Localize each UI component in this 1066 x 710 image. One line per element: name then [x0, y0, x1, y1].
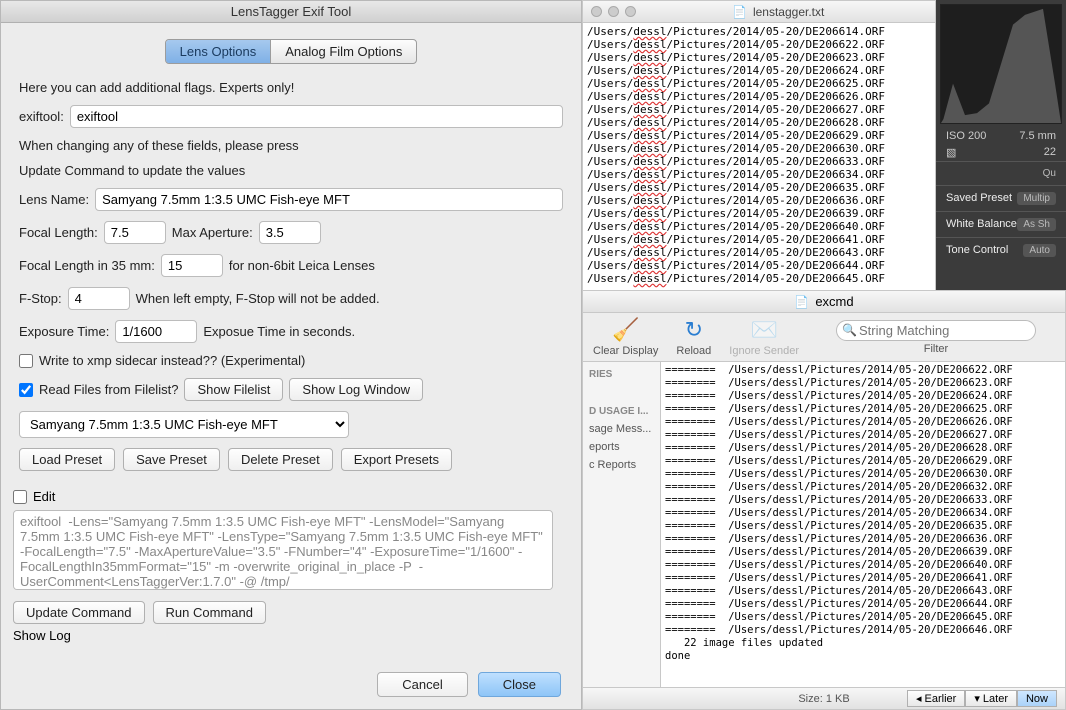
change-note2: Update Command to update the values [19, 163, 563, 178]
close-button[interactable]: Close [478, 672, 561, 697]
console-statusbar: Size: 1 KB ◂ Earlier ▾ Later Now [583, 687, 1065, 709]
document-icon: 📄 [794, 295, 809, 309]
tab-analog-film[interactable]: Analog Film Options [270, 40, 416, 63]
console-window: 📄 excmd 🧹 Clear Display ↻ Reload ✉️ Igno… [582, 290, 1066, 710]
save-preset-button[interactable]: Save Preset [123, 448, 220, 471]
now-button[interactable]: Now [1017, 690, 1057, 707]
edit-label: Edit [33, 489, 55, 504]
lensname-input[interactable] [95, 188, 563, 211]
qu-label: Qu [1043, 168, 1056, 179]
show-log-window-button[interactable]: Show Log Window [289, 378, 423, 401]
later-button[interactable]: ▾ Later [965, 690, 1017, 707]
focal35-input[interactable] [161, 254, 223, 277]
filter-label: Filter [924, 343, 948, 355]
console-filename: excmd [815, 294, 853, 309]
xmp-label: Write to xmp sidecar instead?? (Experime… [39, 353, 305, 368]
focal35-suffix: for non-6bit Leica Lenses [229, 258, 375, 273]
filelist-checkbox[interactable] [19, 383, 33, 397]
show-log-link[interactable]: Show Log [13, 628, 569, 643]
document-icon: 📄 [732, 5, 747, 19]
tone-label: Tone Control [946, 244, 1008, 257]
exiftool-input[interactable] [70, 105, 563, 128]
segmented-tabs: Lens Options Analog Film Options [165, 39, 418, 64]
load-preset-button[interactable]: Load Preset [19, 448, 115, 471]
console-titlebar: 📄 excmd [583, 291, 1065, 313]
filter-input[interactable] [836, 320, 1036, 341]
export-presets-button[interactable]: Export Presets [341, 448, 452, 471]
textdoc-content: /Users/dessl/Pictures/2014/05-20/DE20661… [583, 23, 935, 287]
update-command-button[interactable]: Update Command [13, 601, 145, 624]
fstop-suffix: When left empty, F-Stop will not be adde… [136, 291, 380, 306]
side-sage[interactable]: sage Mess... [583, 420, 660, 438]
filelist-label: Read Files from Filelist? [39, 382, 178, 397]
badge-icon: ▧ [946, 146, 956, 159]
side-creports[interactable]: c Reports [583, 456, 660, 474]
delete-preset-button[interactable]: Delete Preset [228, 448, 333, 471]
envelope-icon: ✉️ [750, 317, 777, 343]
exptime-suffix: Exposue Time in seconds. [203, 324, 355, 339]
assh-pill[interactable]: As Sh [1017, 218, 1056, 231]
focal-input[interactable] [104, 221, 166, 244]
console-sidebar: RIES D USAGE I... sage Mess... eports c … [583, 362, 661, 687]
xmp-checkbox[interactable] [19, 354, 33, 368]
show-filelist-button[interactable]: Show Filelist [184, 378, 283, 401]
earlier-button[interactable]: ◂ Earlier [907, 690, 965, 707]
cancel-button[interactable]: Cancel [377, 672, 467, 697]
tab-lens-options[interactable]: Lens Options [166, 40, 271, 63]
side-usage: D USAGE I... [583, 403, 660, 420]
saved-preset-label: Saved Preset [946, 192, 1012, 205]
ignore-sender-button: ✉️ Ignore Sender [729, 317, 799, 357]
textdoc-titlebar: 📄 lenstagger.txt [583, 1, 935, 23]
side-reports[interactable]: eports [583, 438, 660, 456]
side-ries: RIES [583, 366, 660, 383]
exptime-input[interactable] [115, 320, 197, 343]
fstop-input[interactable] [68, 287, 130, 310]
broom-icon: 🧹 [612, 317, 639, 343]
lensname-label: Lens Name: [19, 192, 89, 207]
auto-pill[interactable]: Auto [1023, 244, 1056, 257]
maxap-input[interactable] [259, 221, 321, 244]
nav-buttons: ◂ Earlier ▾ Later Now [907, 690, 1057, 707]
iso-label: ISO 200 [946, 130, 986, 142]
reload-button[interactable]: ↻ Reload [676, 317, 711, 357]
command-text [13, 510, 553, 590]
focal35-label: Focal Length in 35 mm: [19, 258, 155, 273]
console-log: ======== /Users/dessl/Pictures/2014/05-2… [661, 362, 1065, 687]
dialog-title: LensTagger Exif Tool [1, 1, 581, 23]
exiftool-label: exiftool: [19, 109, 64, 124]
focal-label: Focal Length: [19, 225, 98, 240]
intro-text: Here you can add additional flags. Exper… [19, 80, 563, 95]
run-command-button[interactable]: Run Command [153, 601, 266, 624]
mm-label: 7.5 mm [1019, 130, 1056, 142]
size-label: Size: 1 KB [798, 693, 849, 705]
edit-checkbox[interactable] [13, 490, 27, 504]
exptime-label: Exposure Time: [19, 324, 109, 339]
change-note1: When changing any of these fields, pleas… [19, 138, 563, 153]
wb-label: White Balance [946, 218, 1017, 231]
maxap-label: Max Aperture: [172, 225, 253, 240]
histogram [940, 4, 1062, 124]
multi-pill[interactable]: Multip [1017, 192, 1056, 205]
badge-value: 22 [1044, 146, 1056, 159]
lightroom-panel: ISO 200 7.5 mm ▧ 22 Qu Saved Preset Multip… [936, 0, 1066, 296]
traffic-lights[interactable] [591, 6, 636, 17]
console-toolbar: 🧹 Clear Display ↻ Reload ✉️ Ignore Sende… [583, 313, 1065, 362]
clear-display-button[interactable]: 🧹 Clear Display [593, 317, 658, 357]
search-icon: 🔍 [842, 323, 857, 337]
lenstagger-dialog: LensTagger Exif Tool Lens Options Analog… [0, 0, 582, 710]
fstop-label: F-Stop: [19, 291, 62, 306]
preset-select[interactable]: Samyang 7.5mm 1:3.5 UMC Fish-eye MFT [19, 411, 349, 438]
textdoc-filename: lenstagger.txt [753, 5, 824, 19]
reload-icon: ↻ [685, 317, 703, 343]
textdoc-window: 📄 lenstagger.txt /Users/dessl/Pictures/2… [582, 0, 936, 296]
